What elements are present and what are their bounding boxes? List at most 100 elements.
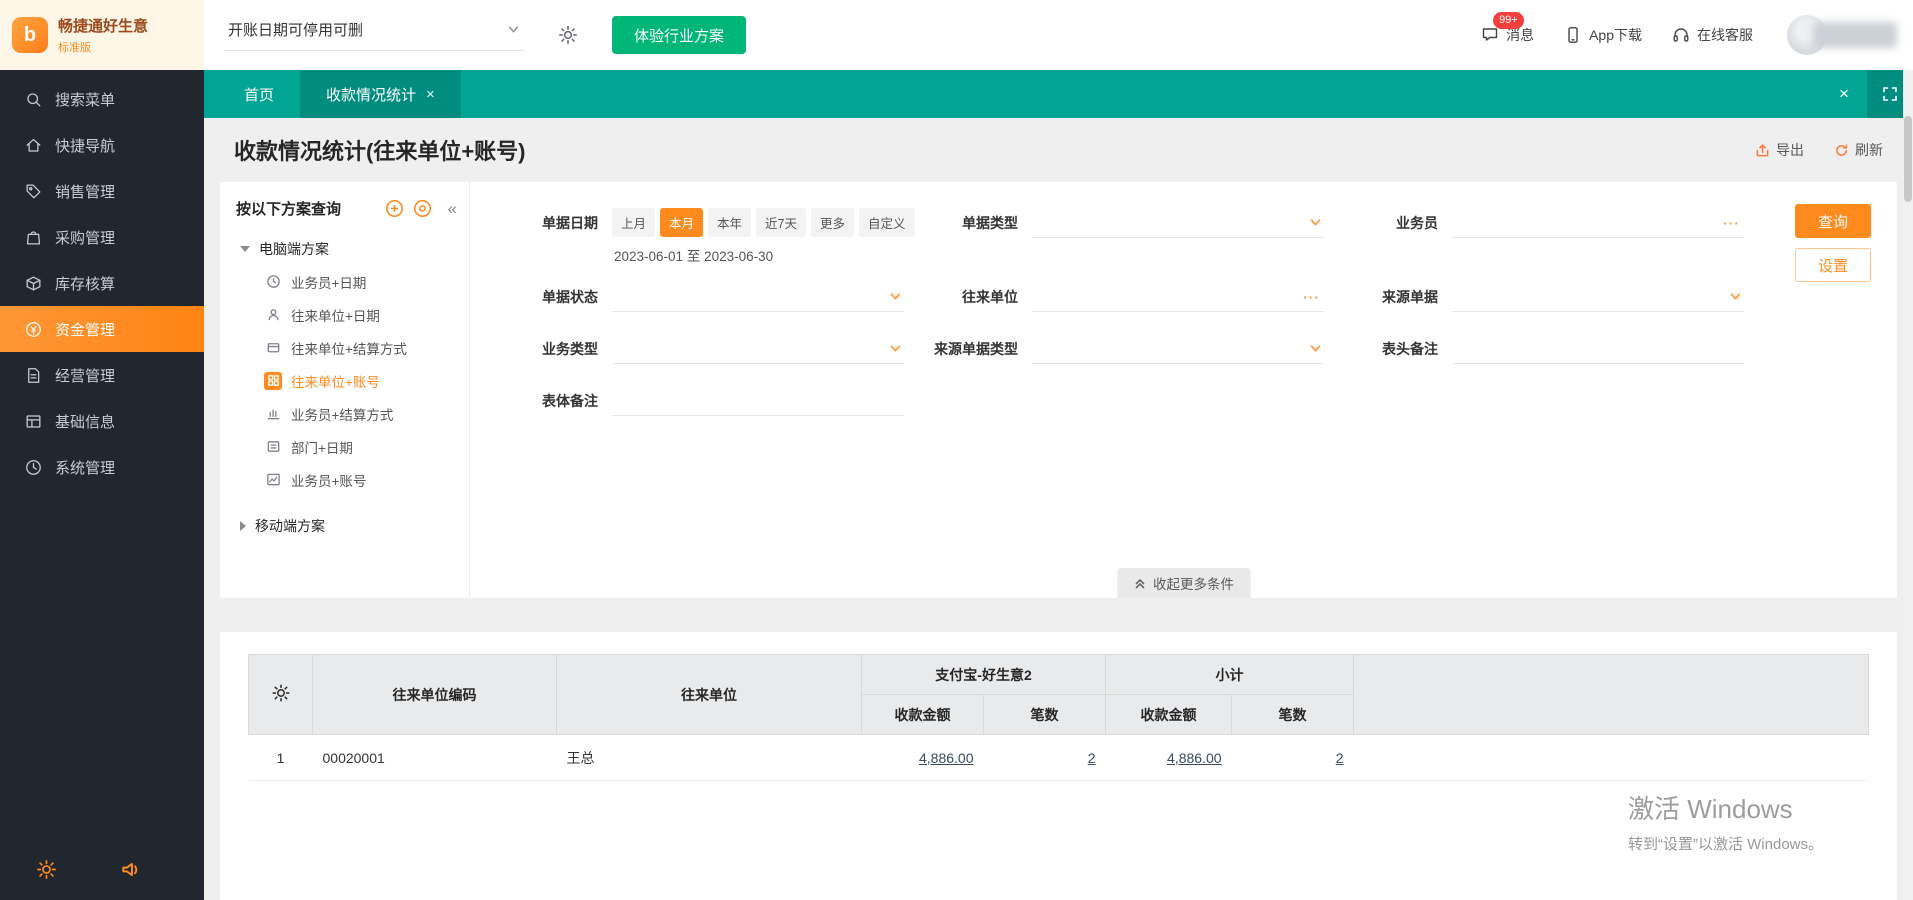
field-label: 往来单位 <box>962 289 1018 305</box>
cell-alipay-count-link[interactable]: 2 <box>1088 750 1096 766</box>
tab-home[interactable]: 首页 <box>218 70 300 118</box>
department-icon <box>264 438 282 456</box>
speaker-icon[interactable] <box>119 859 140 880</box>
cell-subtotal-count-link[interactable]: 2 <box>1336 750 1344 766</box>
locate-scheme-button[interactable] <box>413 199 433 219</box>
date-option-this-month[interactable]: 本月 <box>660 208 704 237</box>
vertical-scrollbar[interactable] <box>1903 70 1913 900</box>
sidebar-item-system[interactable]: 系统管理 <box>0 444 204 490</box>
brand-logo[interactable]: b 畅捷通好生意 标准版 <box>0 0 204 70</box>
field-label: 单据类型 <box>962 215 1018 231</box>
column-group-alipay[interactable]: 支付宝-好生意2 <box>860 654 1107 695</box>
scheme-item-salesman-date[interactable]: 业务员+日期 <box>236 265 457 298</box>
scheme-item-partner-settlement[interactable]: 往来单位+结算方式 <box>236 331 457 364</box>
header-note-input[interactable] <box>1452 334 1744 364</box>
date-quick-buttons: 上月 本月 本年 近7天 更多 自定义 <box>612 208 915 237</box>
biz-type-select[interactable] <box>612 334 904 364</box>
partner-picker[interactable]: ··· <box>1032 282 1324 312</box>
refresh-button[interactable]: 刷新 <box>1834 140 1883 160</box>
column-settings-button[interactable] <box>248 654 313 735</box>
sidebar-item-purchase[interactable]: 采购管理 <box>0 214 204 260</box>
topbar-right: 99+ 消息 App下载 在线客服 <box>1481 12 1897 55</box>
sidebar-item-base-info[interactable]: 基础信息 <box>0 398 204 444</box>
close-icon: × <box>1839 84 1849 103</box>
scrollbar-thumb[interactable] <box>1904 116 1912 202</box>
cell-subtotal-amount-link[interactable]: 4,886.00 <box>1167 750 1222 766</box>
scheme-header: 按以下方案查询 « <box>236 198 457 219</box>
sidebar-item-funds[interactable]: 资金管理 <box>0 306 204 352</box>
column-header-partner-code[interactable]: 往来单位编码 <box>312 654 557 735</box>
settings-gear-button[interactable] <box>558 25 578 45</box>
table-row: 1 00020001 王总 4,886.00 2 4,886.00 2 <box>248 734 1869 781</box>
user-account[interactable] <box>1787 15 1897 55</box>
export-button[interactable]: 导出 <box>1755 140 1804 160</box>
column-header-amount[interactable]: 收款金额 <box>1105 694 1233 735</box>
sidebar-item-quick-nav[interactable]: 快捷导航 <box>0 122 204 168</box>
trial-industry-button[interactable]: 体验行业方案 <box>612 16 747 54</box>
field-source-doc-type: 来源单据类型 <box>924 334 1324 364</box>
caret-down-icon <box>240 246 250 252</box>
tab-close-icon[interactable]: × <box>426 86 435 103</box>
chevron-down-icon[interactable] <box>1729 290 1744 303</box>
scheme-item-salesman-account[interactable]: 业务员+账号 <box>236 463 457 496</box>
scheme-group-mobile[interactable]: 移动端方案 <box>240 516 457 536</box>
field-salesman: 业务员 ··· <box>1344 208 1744 238</box>
scheme-item-partner-account[interactable]: 往来单位+账号 <box>236 364 457 397</box>
column-header-partner[interactable]: 往来单位 <box>556 654 862 735</box>
settings-button[interactable]: 设置 <box>1795 248 1871 282</box>
messages-button[interactable]: 99+ 消息 <box>1481 12 1534 45</box>
collapse-panel-icon[interactable]: « <box>448 200 457 217</box>
scheme-group-pc[interactable]: 电脑端方案 <box>240 239 457 259</box>
chevron-down-icon[interactable] <box>1309 216 1324 229</box>
add-scheme-button[interactable] <box>385 199 405 219</box>
money-icon <box>26 321 41 337</box>
page-content: 收款情况统计(往来单位+账号) 导出 刷新 按以下方案查询 « 电脑端方案 业务… <box>204 118 1913 900</box>
date-option-7days[interactable]: 近7天 <box>756 208 806 237</box>
date-option-last-month[interactable]: 上月 <box>612 208 656 237</box>
source-doc-type-select[interactable] <box>1032 334 1324 364</box>
collapse-more-filters-button[interactable]: 收起更多条件 <box>1117 568 1250 598</box>
close-all-tabs-button[interactable]: × <box>1821 70 1867 118</box>
query-button[interactable]: 查询 <box>1795 204 1871 238</box>
sidebar-item-inventory[interactable]: 库存核算 <box>0 260 204 306</box>
cell-alipay-amount-link[interactable]: 4,886.00 <box>919 750 974 766</box>
source-doc-select[interactable] <box>1452 282 1744 312</box>
column-header-amount[interactable]: 收款金额 <box>861 694 984 735</box>
gear-icon[interactable] <box>36 859 57 880</box>
date-option-custom[interactable]: 自定义 <box>859 208 915 237</box>
app-download-button[interactable]: App下载 <box>1564 25 1642 45</box>
sidebar-item-operations[interactable]: 经营管理 <box>0 352 204 398</box>
sidebar-item-search-menu[interactable]: 搜索菜单 <box>0 76 204 122</box>
column-group-subtotal[interactable]: 小计 <box>1105 654 1355 695</box>
online-service-label: 在线客服 <box>1697 27 1753 43</box>
online-service-button[interactable]: 在线客服 <box>1672 25 1753 45</box>
date-option-this-year[interactable]: 本年 <box>708 208 752 237</box>
collapse-label: 收起更多条件 <box>1153 577 1234 592</box>
doc-type-select[interactable] <box>1032 208 1324 238</box>
report-table: 往来单位编码 往来单位 支付宝-好生意2 小计 收款金额 笔数 收款金额 笔数 <box>248 654 1869 781</box>
column-header-count[interactable]: 笔数 <box>982 694 1107 735</box>
ellipsis-icon[interactable]: ··· <box>1303 289 1324 305</box>
scheme-item-partner-date[interactable]: 往来单位+日期 <box>236 298 457 331</box>
refresh-label: 刷新 <box>1855 142 1883 158</box>
doc-status-select[interactable] <box>612 282 904 312</box>
system-dial-icon <box>26 459 41 475</box>
account-set-select[interactable]: 开账日期可停用可删 <box>224 19 524 51</box>
chevron-down-icon[interactable] <box>1309 342 1324 355</box>
date-range-text[interactable]: 2023-06-01 至 2023-06-30 <box>612 245 915 265</box>
salesman-picker[interactable]: ··· <box>1452 208 1744 238</box>
field-label: 业务员 <box>1396 215 1438 231</box>
column-header-count[interactable]: 笔数 <box>1231 694 1355 735</box>
chevron-down-icon[interactable] <box>889 290 904 303</box>
date-option-more[interactable]: 更多 <box>811 208 855 237</box>
scheme-item-salesman-settlement[interactable]: 业务员+结算方式 <box>236 397 457 430</box>
sidebar-item-label: 经营管理 <box>55 367 116 385</box>
body-note-input[interactable] <box>612 386 904 416</box>
field-doc-date: 单据日期 上月 本月 本年 近7天 更多 自定义 2023-06-01 至 20… <box>504 208 915 264</box>
scheme-item-dept-date[interactable]: 部门+日期 <box>236 430 457 463</box>
sidebar-item-sales[interactable]: 销售管理 <box>0 168 204 214</box>
chevron-down-icon[interactable] <box>889 342 904 355</box>
ellipsis-icon[interactable]: ··· <box>1723 215 1744 231</box>
tab-receipt-statistics[interactable]: 收款情况统计 × <box>300 70 461 118</box>
clock-icon <box>264 273 282 291</box>
